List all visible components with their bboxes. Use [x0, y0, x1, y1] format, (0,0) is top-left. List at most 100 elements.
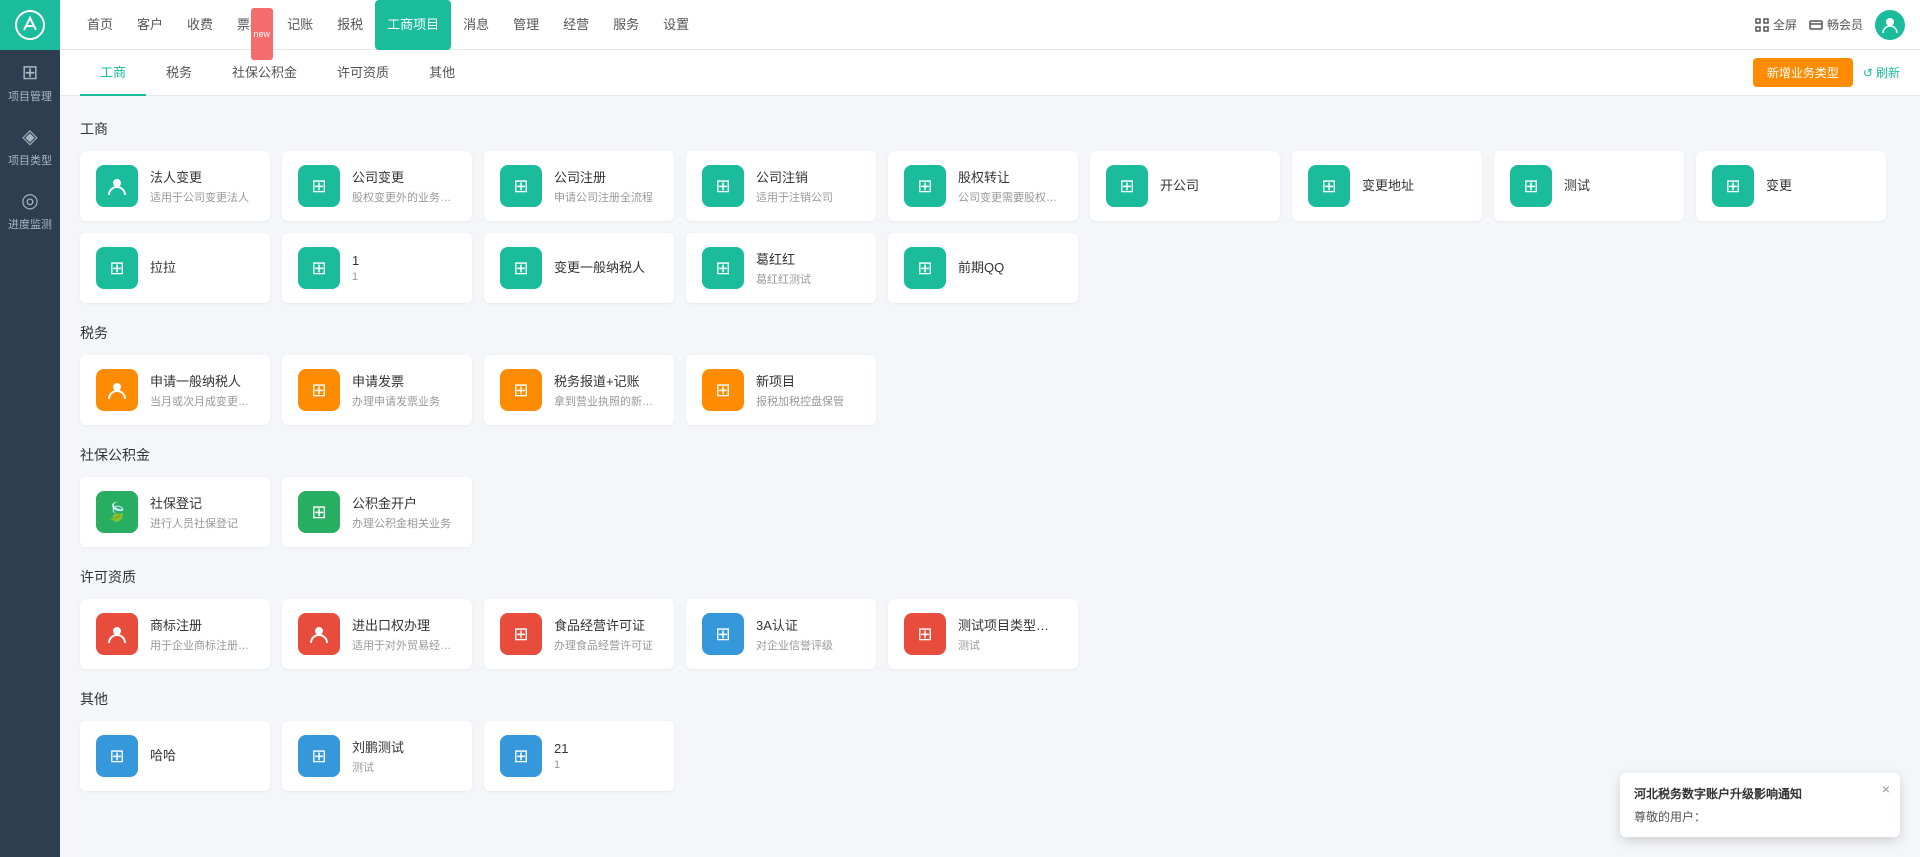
card-icon-num21: ⊞ [500, 735, 542, 777]
card-social-reg[interactable]: 🍃 社保登记 进行人员社保登记 [80, 477, 270, 547]
card-info-mohong: 葛红红 葛红红测试 [756, 249, 860, 287]
card-title: 1 [352, 253, 456, 268]
card-lala[interactable]: ⊞ 拉拉 [80, 233, 270, 303]
card-change-taxpayer[interactable]: ⊞ 变更一般纳税人 [484, 233, 674, 303]
card-icon-company-change: ⊞ [298, 165, 340, 207]
card-desc: 申请公司注册全流程 [554, 189, 658, 205]
nav-customer[interactable]: 客户 [125, 0, 175, 50]
nav-industry[interactable]: 工商项目 [375, 0, 451, 50]
sidebar-item-progress[interactable]: ◎ 进度监测 [0, 178, 60, 242]
section-title-social: 社保公积金 [80, 445, 1900, 465]
cards-grid-tax: 申请一般纳税人 当月或次月成变更完成 ⊞ 申请发票 办理申请发票业务 ⊞ [80, 355, 1900, 425]
sidebar-logo [0, 0, 60, 50]
nav-tax[interactable]: 报税 [325, 0, 375, 50]
card-desc: 适用于公司变更法人 [150, 189, 254, 205]
nav-accounting[interactable]: 记账 [275, 0, 325, 50]
card-3a-cert[interactable]: ⊞ 3A认证 对企业信誉评级 [686, 599, 876, 669]
card-company-change[interactable]: ⊞ 公司变更 股权变更外的业务变更 [282, 151, 472, 221]
card-info-company-reg: 公司注册 申请公司注册全流程 [554, 167, 658, 205]
vip-btn[interactable]: 畅会员 [1809, 16, 1863, 33]
card-mohong[interactable]: ⊞ 葛红红 葛红红测试 [686, 233, 876, 303]
card-info-apply-invoice: 申请发票 办理申请发票业务 [352, 371, 456, 409]
nav-management[interactable]: 管理 [501, 0, 551, 50]
card-icon-social-reg: 🍃 [96, 491, 138, 533]
notification-close-btn[interactable]: × [1882, 781, 1890, 797]
card-title: 测试 [1564, 175, 1668, 194]
nav-billing[interactable]: 收费 [175, 0, 225, 50]
card-title: 变更地址 [1362, 175, 1466, 194]
fullscreen-btn[interactable]: 全屏 [1755, 16, 1797, 33]
card-legal-change[interactable]: 法人变更 适用于公司变更法人 [80, 151, 270, 221]
card-open-company[interactable]: ⊞ 开公司 [1090, 151, 1280, 221]
topnav-right: 全屏 畅会员 [1755, 10, 1905, 40]
card-num21[interactable]: ⊞ 21 1 [484, 721, 674, 791]
tab-tax[interactable]: 税务 [146, 50, 212, 96]
card-haha[interactable]: ⊞ 哈哈 [80, 721, 270, 791]
card-icon-liupeng-test: ⊞ [298, 735, 340, 777]
card-trademark[interactable]: 商标注册 用于企业商标注册服务 [80, 599, 270, 669]
card-title: 新项目 [756, 371, 860, 390]
card-info-company-change: 公司变更 股权变更外的业务变更 [352, 167, 456, 205]
card-icon-pre-qq: ⊞ [904, 247, 946, 289]
card-icon-import-export [298, 613, 340, 655]
card-title: 变更一般纳税人 [554, 257, 658, 276]
nav-settings[interactable]: 设置 [651, 0, 701, 50]
card-icon-test: ⊞ [1510, 165, 1552, 207]
card-desc: 当月或次月成变更完成 [150, 393, 254, 409]
user-avatar[interactable] [1875, 10, 1905, 40]
notification-popup: × 河北税务数字账户升级影响通知 尊敬的用户： [1620, 773, 1900, 837]
card-new-project[interactable]: ⊞ 新项目 报税加税控盘保管 [686, 355, 876, 425]
tab-other[interactable]: 其他 [409, 50, 475, 96]
card-desc: 适用于注销公司 [756, 189, 860, 205]
card-liupeng-test[interactable]: ⊞ 刘鹏测试 测试 [282, 721, 472, 791]
card-apply-invoice[interactable]: ⊞ 申请发票 办理申请发票业务 [282, 355, 472, 425]
card-test[interactable]: ⊞ 测试 [1494, 151, 1684, 221]
new-badge: new [251, 8, 274, 60]
card-desc: 办理公积金相关业务 [352, 515, 456, 531]
card-company-reg[interactable]: ⊞ 公司注册 申请公司注册全流程 [484, 151, 674, 221]
card-test-type[interactable]: ⊞ 测试项目类型目定义 测试 [888, 599, 1078, 669]
nav-service[interactable]: 服务 [601, 0, 651, 50]
card-apply-taxpayer[interactable]: 申请一般纳税人 当月或次月成变更完成 [80, 355, 270, 425]
refresh-button[interactable]: ↺ 刷新 [1863, 64, 1900, 81]
card-icon-new-project: ⊞ [702, 369, 744, 411]
card-icon-3a-cert: ⊞ [702, 613, 744, 655]
tab-industry[interactable]: 工商 [80, 50, 146, 96]
card-food-permit[interactable]: ⊞ 食品经营许可证 办理食品经营许可证 [484, 599, 674, 669]
sub-tabs: 工商 税务 社保公积金 许可资质 其他 新增业务类型 ↺ 刷新 [60, 50, 1920, 96]
card-tax-report[interactable]: ⊞ 税务报道+记账 拿到营业执照的新公司 [484, 355, 674, 425]
nav-tickets[interactable]: 票据 new [225, 0, 275, 50]
card-provident-open[interactable]: ⊞ 公积金开户 办理公积金相关业务 [282, 477, 472, 547]
section-title-other: 其他 [80, 689, 1900, 709]
card-info-haha: 哈哈 [150, 745, 254, 767]
card-title: 拉拉 [150, 257, 254, 276]
card-icon-company-reg: ⊞ [500, 165, 542, 207]
card-icon-trademark [96, 613, 138, 655]
card-equity-transfer[interactable]: ⊞ 股权转让 公司变更需要股权转让 [888, 151, 1078, 221]
sidebar-item-project-type[interactable]: ◈ 项目类型 [0, 114, 60, 178]
card-company-cancel[interactable]: ⊞ 公司注销 适用于注销公司 [686, 151, 876, 221]
top-nav: 首页 客户 收费 票据 new 记账 报税 工商项目 消息 管理 经营 服务 设… [60, 0, 1920, 50]
card-title: 社保登记 [150, 493, 254, 512]
card-desc: 测试 [958, 637, 1062, 653]
nav-operation[interactable]: 经营 [551, 0, 601, 50]
card-num1[interactable]: ⊞ 1 1 [282, 233, 472, 303]
card-pre-qq[interactable]: ⊞ 前期QQ [888, 233, 1078, 303]
tab-permit[interactable]: 许可资质 [317, 50, 409, 96]
card-info-provident-open: 公积金开户 办理公积金相关业务 [352, 493, 456, 531]
card-change2[interactable]: ⊞ 变更 [1696, 151, 1886, 221]
card-info-new-project: 新项目 报税加税控盘保管 [756, 371, 860, 409]
main-area: 首页 客户 收费 票据 new 记账 报税 工商项目 消息 管理 经营 服务 设… [60, 0, 1920, 857]
card-import-export[interactable]: 进出口权办理 适用于对外贸易经营者 [282, 599, 472, 669]
card-icon-haha: ⊞ [96, 735, 138, 777]
card-icon-change-taxpayer: ⊞ [500, 247, 542, 289]
card-change-address[interactable]: ⊞ 变更地址 [1292, 151, 1482, 221]
nav-message[interactable]: 消息 [451, 0, 501, 50]
card-desc: 葛红红测试 [756, 271, 860, 287]
card-icon-mohong: ⊞ [702, 247, 744, 289]
card-title: 商标注册 [150, 615, 254, 634]
card-icon-provident-open: ⊞ [298, 491, 340, 533]
add-type-button[interactable]: 新增业务类型 [1753, 58, 1853, 87]
sidebar-item-project-mgmt[interactable]: ⊞ 项目管理 [0, 50, 60, 114]
nav-home[interactable]: 首页 [75, 0, 125, 50]
